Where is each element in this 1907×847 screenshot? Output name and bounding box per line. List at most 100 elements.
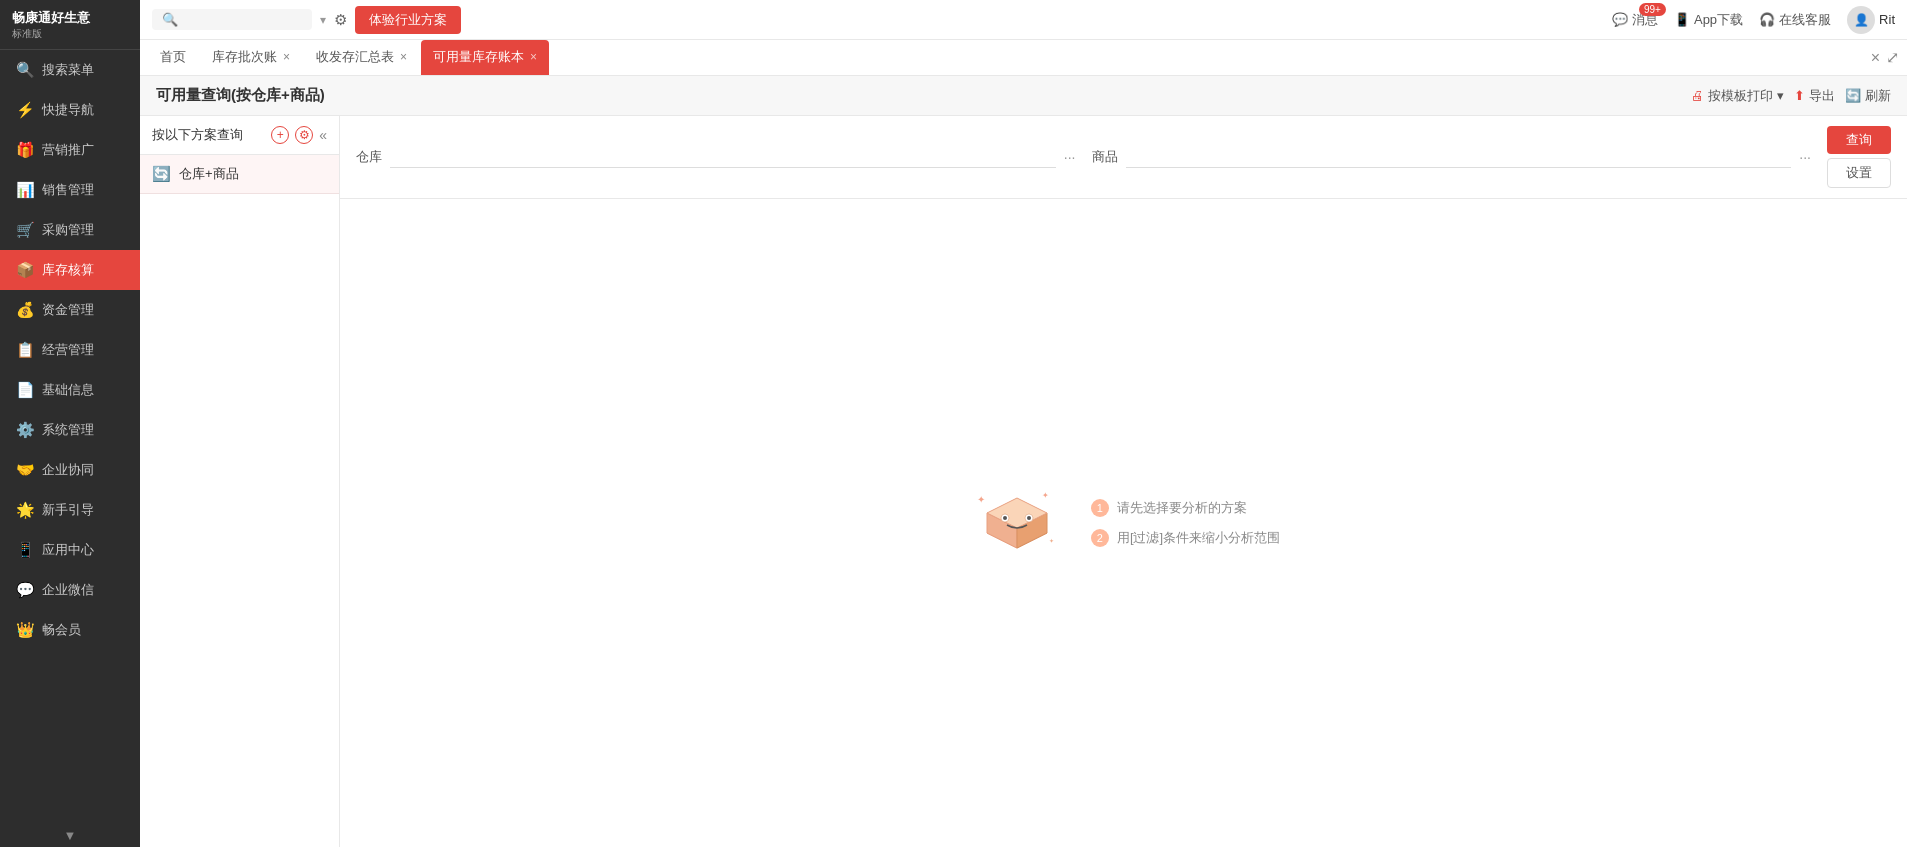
sidebar-item-member[interactable]: 👑 畅会员 <box>0 610 140 650</box>
sidebar-item-finance[interactable]: 💰 资金管理 <box>0 290 140 330</box>
svg-point-6 <box>1003 516 1007 520</box>
filter-item-label-warehouse_goods: 仓库+商品 <box>179 165 239 183</box>
sidebar-item-label: 企业协同 <box>42 461 94 479</box>
sidebar-scroll[interactable]: 🔍 搜索菜单 ⚡ 快捷导航 🎁 营销推广 📊 销售管理 🛒 采购管理 📦 库存核… <box>0 50 140 824</box>
filter-item-icon-warehouse_goods: 🔄 <box>152 165 171 183</box>
online-service-label: 在线客服 <box>1779 11 1831 29</box>
sidebar-item-label: 新手引导 <box>42 501 94 519</box>
search-icon: 🔍 <box>162 12 178 27</box>
online-service-button[interactable]: 🎧 在线客服 <box>1759 11 1831 29</box>
refresh-icon: 🔄 <box>1845 88 1861 103</box>
tab-home[interactable]: 首页 <box>148 40 198 75</box>
sidebar-item-label: 搜索菜单 <box>42 61 94 79</box>
online-service-icon: 🎧 <box>1759 12 1775 27</box>
message-icon: 💬 <box>1612 12 1628 27</box>
tab-label-batch_account: 库存批次账 <box>212 48 277 66</box>
sidebar-item-label: 销售管理 <box>42 181 94 199</box>
main-content: 🔍 ▾ ⚙ 体验行业方案 💬 消息 99+ 📱 App下载 🎧 在线客服 👤 <box>140 0 1907 847</box>
sidebar-item-label: 经营管理 <box>42 341 94 359</box>
search-input[interactable] <box>184 13 284 27</box>
refresh-label: 刷新 <box>1865 87 1891 105</box>
sidebar-item-marketing_promo[interactable]: 🎁 营销推广 <box>0 130 140 170</box>
topbar: 🔍 ▾ ⚙ 体验行业方案 💬 消息 99+ 📱 App下载 🎧 在线客服 👤 <box>140 0 1907 40</box>
export-label: 导出 <box>1809 87 1835 105</box>
user-profile[interactable]: 👤 Rit <box>1847 6 1895 34</box>
sidebar-marketing_promo-icon: 🎁 <box>16 141 34 159</box>
sidebar-operations-icon: 📋 <box>16 341 34 359</box>
app-download-button[interactable]: 📱 App下载 <box>1674 11 1743 29</box>
message-button[interactable]: 💬 消息 99+ <box>1612 11 1658 29</box>
tabs-bar: 首页库存批次账×收发存汇总表×可用量库存账本× × ⤢ <box>140 40 1907 76</box>
collapse-panel-icon[interactable]: « <box>319 127 327 143</box>
settings-filter-button[interactable]: ⚙ <box>295 126 313 144</box>
tab-summary[interactable]: 收发存汇总表 × <box>304 40 419 75</box>
app-logo: 畅康通好生意 标准版 <box>0 0 140 50</box>
sidebar-item-label: 库存核算 <box>42 261 94 279</box>
goods-label: 商品 <box>1092 148 1118 166</box>
sidebar-item-label: 企业微信 <box>42 581 94 599</box>
sidebar-item-label: 快捷导航 <box>42 101 94 119</box>
topbar-right: 💬 消息 99+ 📱 App下载 🎧 在线客服 👤 Rit <box>1612 6 1895 34</box>
sidebar-item-newbie[interactable]: 🌟 新手引导 <box>0 490 140 530</box>
page-header: 可用量查询(按仓库+商品) 🖨 按模板打印 ▾ ⬆ 导出 🔄 刷新 <box>140 76 1907 116</box>
export-button[interactable]: ⬆ 导出 <box>1794 87 1835 105</box>
message-badge: 99+ <box>1639 3 1666 16</box>
sidebar-item-search[interactable]: 🔍 搜索菜单 <box>0 50 140 90</box>
sidebar-item-wechat[interactable]: 💬 企业微信 <box>0 570 140 610</box>
sidebar-item-purchase[interactable]: 🛒 采购管理 <box>0 210 140 250</box>
sidebar-shortcut-icon: ⚡ <box>16 101 34 119</box>
filter-panel-title: 按以下方案查询 <box>152 126 243 144</box>
sidebar: 畅康通好生意 标准版 🔍 搜索菜单 ⚡ 快捷导航 🎁 营销推广 📊 销售管理 🛒… <box>0 0 140 847</box>
goods-input[interactable] <box>1126 146 1792 168</box>
topbar-gear-icon[interactable]: ⚙ <box>334 11 347 29</box>
tabs-bar-actions: × ⤢ <box>1871 40 1899 75</box>
content-area: 按以下方案查询 + ⚙ « 🔄 仓库+商品 仓库 ··· <box>140 116 1907 847</box>
sidebar-item-basic_info[interactable]: 📄 基础信息 <box>0 370 140 410</box>
tab-available_ledger[interactable]: 可用量库存账本× <box>421 40 549 75</box>
sidebar-item-enterprise[interactable]: 🤝 企业协同 <box>0 450 140 490</box>
query-button[interactable]: 查询 <box>1827 126 1891 154</box>
sidebar-item-operations[interactable]: 📋 经营管理 <box>0 330 140 370</box>
add-filter-button[interactable]: + <box>271 126 289 144</box>
sidebar-search-icon: 🔍 <box>16 61 34 79</box>
sidebar-purchase-icon: 🛒 <box>16 221 34 239</box>
empty-step-2: 2 用[过滤]条件来缩小分析范围 <box>1091 529 1280 547</box>
sidebar-item-label: 采购管理 <box>42 221 94 239</box>
tab-close-batch_account[interactable]: × <box>283 50 290 64</box>
sidebar-item-app_center[interactable]: 📱 应用中心 <box>0 530 140 570</box>
warehouse-more-icon[interactable]: ··· <box>1064 149 1076 165</box>
filter-panel: 按以下方案查询 + ⚙ « 🔄 仓库+商品 <box>140 116 340 847</box>
sidebar-item-sales[interactable]: 📊 销售管理 <box>0 170 140 210</box>
step-2-text: 用[过滤]条件来缩小分析范围 <box>1117 529 1280 547</box>
sidebar-item-inventory[interactable]: 📦 库存核算 <box>0 250 140 290</box>
warehouse-input[interactable] <box>390 146 1056 168</box>
settings-button[interactable]: 设置 <box>1827 158 1891 188</box>
empty-instructions: 1 请先选择要分析的方案 2 用[过滤]条件来缩小分析范围 <box>1091 499 1280 547</box>
app-logo-sub: 标准版 <box>12 27 128 41</box>
filter-panel-header: 按以下方案查询 + ⚙ « <box>140 116 339 155</box>
sidebar-item-label: 基础信息 <box>42 381 94 399</box>
topbar-dropdown-icon[interactable]: ▾ <box>320 13 326 27</box>
sidebar-newbie-icon: 🌟 <box>16 501 34 519</box>
filter-item-warehouse_goods[interactable]: 🔄 仓库+商品 <box>140 155 339 194</box>
refresh-button[interactable]: 🔄 刷新 <box>1845 87 1891 105</box>
tab-close-available_ledger[interactable]: × <box>530 50 537 64</box>
goods-more-icon[interactable]: ··· <box>1799 149 1811 165</box>
sidebar-scroll-down[interactable]: ▼ <box>0 824 140 847</box>
print-dropdown-icon[interactable]: ▾ <box>1777 88 1784 103</box>
warehouse-filter-field: 仓库 ··· <box>356 146 1076 168</box>
tab-batch_account[interactable]: 库存批次账 × <box>200 40 302 75</box>
empty-step-1: 1 请先选择要分析的方案 <box>1091 499 1280 517</box>
sidebar-item-label: 畅会员 <box>42 621 81 639</box>
query-actions: 查询 设置 <box>1827 126 1891 188</box>
industry-solution-button[interactable]: 体验行业方案 <box>355 6 461 34</box>
query-filters-row: 仓库 ··· 商品 ··· 查询 设置 <box>340 116 1907 199</box>
svg-text:✦: ✦ <box>1049 538 1054 544</box>
tab-close-summary[interactable]: × <box>400 50 407 64</box>
close-tab-button[interactable]: × <box>1871 49 1880 67</box>
print-template-button[interactable]: 🖨 按模板打印 ▾ <box>1691 87 1784 105</box>
sidebar-item-shortcut[interactable]: ⚡ 快捷导航 <box>0 90 140 130</box>
sidebar-item-system[interactable]: ⚙️ 系统管理 <box>0 410 140 450</box>
expand-tab-button[interactable]: ⤢ <box>1886 48 1899 67</box>
tab-label-summary: 收发存汇总表 <box>316 48 394 66</box>
